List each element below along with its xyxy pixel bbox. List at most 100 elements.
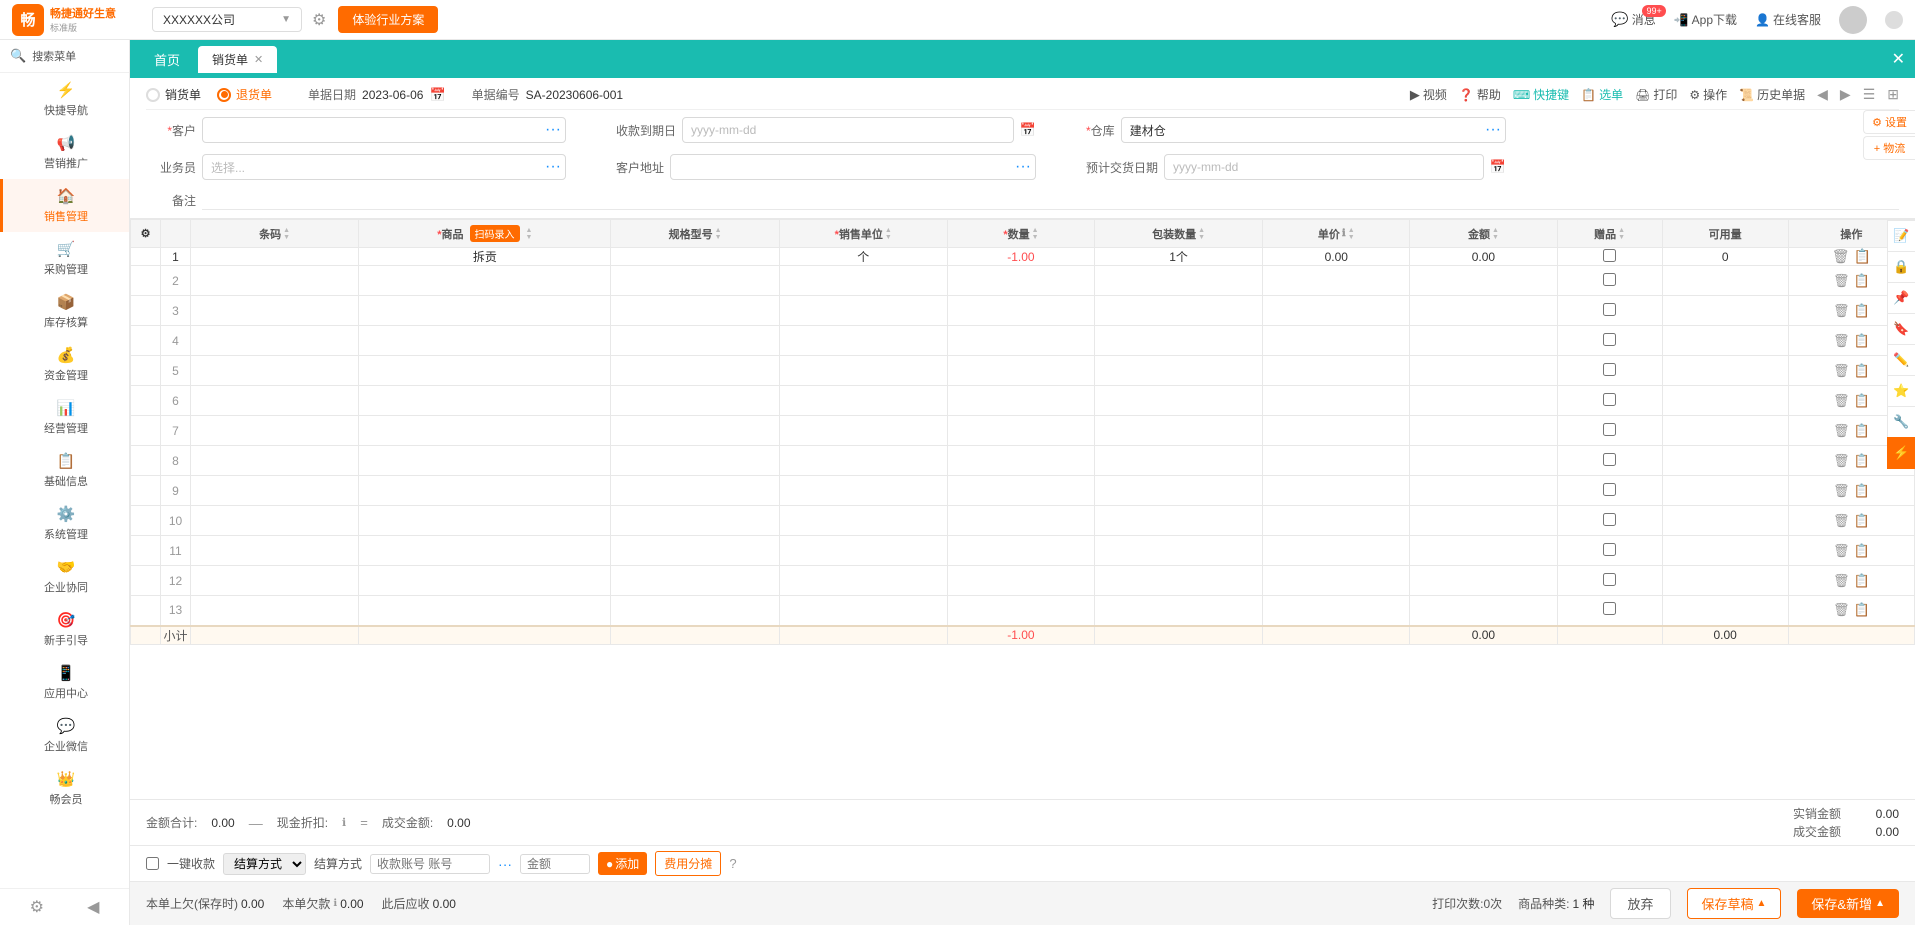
- trial-button[interactable]: 体验行业方案: [338, 6, 438, 33]
- table-row: 5 🗑 📋: [131, 356, 1915, 386]
- sidebar-item-inventory[interactable]: 📦 库存核算: [0, 285, 129, 338]
- footer-product-types: 商品种类: 1 种: [1518, 895, 1594, 912]
- list-view-icon[interactable]: ☰: [1863, 86, 1876, 103]
- toolbar-print[interactable]: 🖨 打印: [1635, 86, 1677, 103]
- sales-icon: 🏠: [57, 187, 76, 205]
- payment-due-input[interactable]: yyyy-mm-dd: [682, 117, 1014, 143]
- float-btn-edit[interactable]: ✏️: [1887, 344, 1915, 375]
- sidebar-item-shortcut[interactable]: ⚡ 快捷导航: [0, 73, 129, 126]
- finance-icon: 💰: [57, 346, 76, 364]
- sidebar-item-operations[interactable]: 📊 经营管理: [0, 391, 129, 444]
- expected-delivery-input[interactable]: yyyy-mm-dd: [1164, 154, 1484, 180]
- toolbar-video[interactable]: ▶ 视频: [1410, 86, 1447, 103]
- footer-owe2-info-icon[interactable]: ℹ: [333, 898, 337, 909]
- discount-info-icon[interactable]: ℹ: [342, 816, 346, 829]
- app-download[interactable]: 📲 App下载: [1674, 11, 1737, 28]
- support-icon: 👤: [1755, 13, 1770, 27]
- sidebar-item-apps[interactable]: 📱 应用中心: [0, 656, 129, 709]
- avatar[interactable]: [1839, 6, 1867, 34]
- float-btn-bookmark[interactable]: 🔖: [1887, 313, 1915, 344]
- calendar-icon[interactable]: 📅: [429, 87, 445, 103]
- expected-delivery-calendar-icon[interactable]: 📅: [1490, 159, 1506, 175]
- sidebar-item-finance[interactable]: 💰 资金管理: [0, 338, 129, 391]
- customer-input[interactable]: ···: [202, 117, 566, 143]
- radio-return-label: 退货单: [236, 86, 272, 103]
- sidebar-item-basics[interactable]: 📋 基础信息: [0, 444, 129, 497]
- sidebar-search[interactable]: 🔍 搜索菜单: [0, 40, 129, 73]
- expense-split-button[interactable]: 费用分摊: [655, 851, 721, 876]
- history-icon: 📜: [1739, 88, 1754, 102]
- doc-num-label: 单据编号: [472, 86, 520, 103]
- tab-close-icon[interactable]: ✕: [254, 53, 263, 66]
- add-button[interactable]: ● 添加: [598, 852, 647, 875]
- float-btn-tool[interactable]: 🔧: [1887, 406, 1915, 437]
- sidebar-collapse-icon[interactable]: ◀: [87, 897, 99, 917]
- payment-due-calendar-icon[interactable]: 📅: [1020, 122, 1036, 138]
- sidebar-item-sales[interactable]: 🏠 销售管理: [0, 179, 129, 232]
- expected-delivery-label: 预计交货日期: [1086, 159, 1158, 176]
- save-new-button[interactable]: 保存&新增 ▲: [1797, 889, 1899, 918]
- footer-should-collect: 此后应收 0.00: [382, 895, 456, 912]
- payment-method-select[interactable]: 结算方式: [223, 853, 306, 875]
- logistics-button[interactable]: + 物流: [1863, 136, 1915, 160]
- abandon-button[interactable]: 放弃: [1610, 888, 1670, 919]
- sidebar-item-system[interactable]: ⚙️ 系统管理: [0, 497, 129, 550]
- payment-amount-input[interactable]: [520, 854, 590, 874]
- toolbar-history[interactable]: 📜 历史单据: [1739, 86, 1805, 103]
- notification-area[interactable]: 💬 消息 99+: [1611, 11, 1655, 28]
- gear-icon[interactable]: ⚙: [312, 10, 326, 30]
- sidebar-item-marketing[interactable]: 📢 营销推广: [0, 126, 129, 179]
- sidebar-item-enterprise[interactable]: 🤝 企业协同: [0, 550, 129, 603]
- th-settings[interactable]: ⚙: [131, 220, 161, 248]
- footer-this-order-owe: 本单上欠(保存时) 0.00: [146, 895, 264, 912]
- th-spec: 规格型号 ▲▼: [611, 220, 779, 248]
- grid-view-icon[interactable]: ⊞: [1887, 86, 1899, 103]
- tab-current[interactable]: 销货单 ✕: [198, 46, 277, 73]
- toolbar-select[interactable]: 📋 选单: [1581, 86, 1623, 103]
- sidebar-settings-icon[interactable]: ⚙: [30, 897, 44, 917]
- nav-prev-icon[interactable]: ◀: [1817, 86, 1828, 103]
- tab-bar-close-icon[interactable]: ✕: [1892, 49, 1905, 69]
- customer-addr-input[interactable]: ···: [670, 154, 1036, 180]
- settings-button[interactable]: ⚙ 设置: [1863, 110, 1915, 134]
- doc-date-label: 单据日期: [308, 86, 356, 103]
- float-btn-pin[interactable]: 📌: [1887, 282, 1915, 313]
- save-draft-button[interactable]: 保存草稿 ▲: [1687, 888, 1782, 919]
- float-btn-lock[interactable]: 🔒: [1887, 251, 1915, 282]
- float-btn-star[interactable]: ⭐: [1887, 375, 1915, 406]
- float-btn-notes[interactable]: 📝: [1887, 220, 1915, 251]
- payment-dots-icon[interactable]: ···: [498, 856, 512, 872]
- logo-tag: 标准版: [50, 21, 116, 34]
- sidebar-item-member[interactable]: 👑 畅会员: [0, 762, 129, 815]
- radio-return[interactable]: 退货单: [217, 86, 272, 103]
- float-btn-orange[interactable]: ⚡: [1887, 437, 1915, 469]
- avatar-arrow[interactable]: [1885, 11, 1903, 29]
- toolbar-operate[interactable]: ⚙ 操作: [1689, 86, 1727, 103]
- gift-checkbox-1[interactable]: [1603, 249, 1616, 262]
- remarks-input[interactable]: [202, 191, 1899, 210]
- warehouse-input[interactable]: 建材仓 ···: [1121, 117, 1506, 143]
- actual-amount-val: 0.00: [1849, 807, 1899, 821]
- payment-help-icon[interactable]: ?: [729, 856, 736, 871]
- sidebar-item-purchase[interactable]: 🛒 采购管理: [0, 232, 129, 285]
- table-row: 6 🗑 📋: [131, 386, 1915, 416]
- sidebar-item-wechat[interactable]: 💬 企业微信: [0, 709, 129, 762]
- nav-next-icon[interactable]: ▶: [1840, 86, 1851, 103]
- toolbar-shortcut[interactable]: ⌨ 快捷键: [1513, 86, 1569, 103]
- scan-btn[interactable]: 扫码录入: [470, 225, 520, 242]
- salesperson-input[interactable]: 选择... ···: [202, 154, 566, 180]
- account-input[interactable]: [370, 854, 490, 874]
- radio-sale[interactable]: 销货单: [146, 86, 201, 103]
- warehouse-dots-icon: ···: [1485, 122, 1501, 138]
- toolbar-help[interactable]: ❓ 帮助: [1459, 86, 1501, 103]
- copy-icon-1[interactable]: 📋: [1854, 248, 1871, 265]
- company-selector[interactable]: XXXXXX公司 ▼: [152, 7, 302, 32]
- tab-home[interactable]: 首页: [140, 44, 194, 75]
- sidebar-item-newbie[interactable]: 🎯 新手引导: [0, 603, 129, 656]
- right-float-panel: 📝 🔒 📌 🔖 ✏️ ⭐ 🔧 ⚡: [1887, 220, 1915, 469]
- one-click-payment-checkbox[interactable]: [146, 857, 159, 870]
- salesperson-dots-icon: ···: [545, 159, 561, 175]
- online-support[interactable]: 👤 在线客服: [1755, 11, 1821, 28]
- wechat-icon: 💬: [57, 717, 76, 735]
- delete-icon-1[interactable]: 🗑: [1832, 248, 1850, 265]
